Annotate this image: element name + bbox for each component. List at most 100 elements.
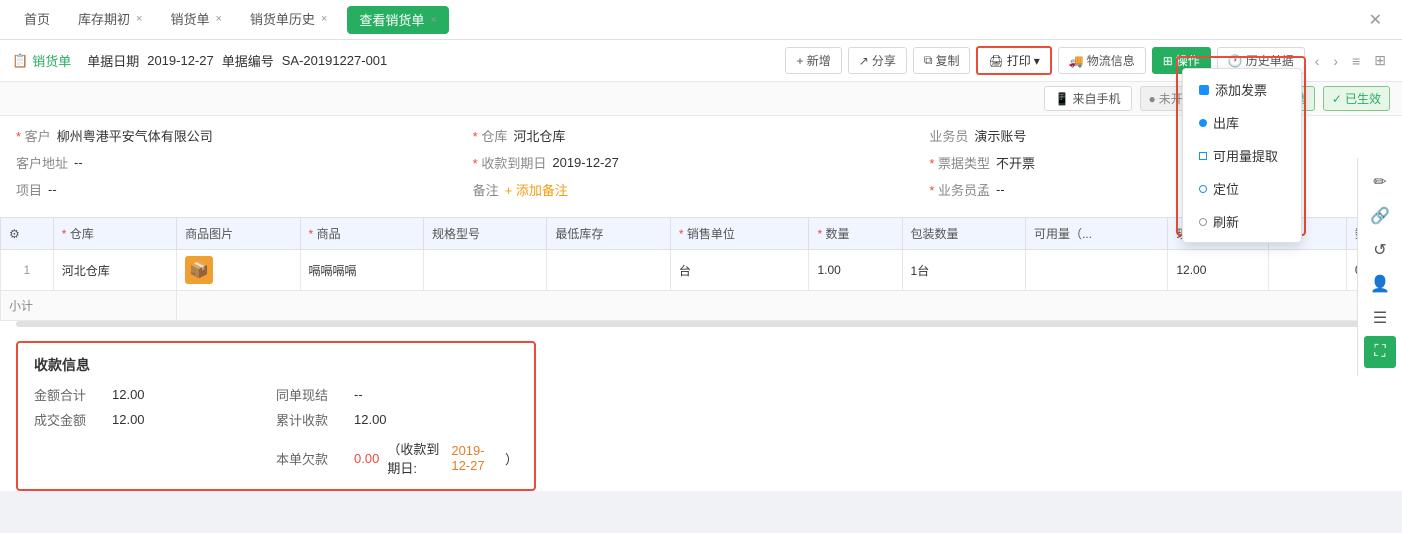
col-min-stock: 最低库存 — [547, 218, 670, 250]
sidebar-link-icon[interactable]: 🔗 — [1364, 200, 1396, 232]
same-order-row: 同单现结 -- — [276, 385, 518, 404]
tab-view-sales-close[interactable]: × — [430, 14, 436, 26]
effective-icon: ✓ — [1332, 92, 1342, 106]
add-note-button[interactable]: + 添加备注 — [505, 180, 568, 199]
sales-staff-field: 业务员孟 -- — [929, 180, 1386, 199]
payment-date-label: 收款到期日 — [473, 153, 547, 172]
add-invoice-item[interactable]: 添加发票 — [1183, 73, 1301, 106]
same-order-label: 同单现结 — [276, 385, 346, 404]
transaction-label: 成交金额 — [34, 410, 104, 429]
tab-sales-order-close[interactable]: × — [215, 13, 221, 25]
refresh-label: 刷新 — [1213, 212, 1239, 231]
product-image: 📦 — [185, 256, 213, 284]
tab-sales-order[interactable]: 销货单 × — [156, 0, 235, 40]
same-order-value: -- — [354, 387, 363, 402]
window-close-button[interactable]: ✕ — [1359, 10, 1392, 30]
locate-icon — [1199, 185, 1207, 193]
from-phone-button[interactable]: 📱 来自手机 — [1044, 86, 1132, 111]
col-unit: 销售单位 — [670, 218, 809, 250]
history-label: 历史单据 — [1246, 52, 1294, 69]
circle-icon: ● — [1149, 92, 1156, 106]
add-invoice-icon — [1199, 85, 1209, 95]
address-field: 客户地址 -- — [16, 153, 473, 172]
share-button[interactable]: ↗ 分享 — [848, 47, 907, 74]
logistics-button[interactable]: 🚚 物流信息 — [1058, 47, 1146, 74]
col-settings[interactable]: ⚙ — [1, 218, 54, 250]
doc-type: 📋 销货单 — [12, 51, 71, 70]
sidebar-expand-icon[interactable]: ⛶ — [1364, 336, 1396, 368]
cumulative-value: 12.00 — [354, 412, 387, 427]
subtotal-label: 小计 — [1, 291, 177, 321]
date-label: 单据日期 — [87, 51, 139, 70]
tab-inventory-label: 库存期初 — [78, 9, 130, 28]
print-button[interactable]: 🖨 打印 ▾ — [976, 46, 1051, 75]
col-pack-qty: 包装数量 — [902, 218, 1025, 250]
phone-icon: 📱 — [1055, 92, 1070, 106]
tab-sales-history[interactable]: 销货单历史 × — [236, 0, 341, 40]
tab-bar: 首页 库存期初 × 销货单 × 销货单历史 × 查看销货单 × ✕ — [0, 0, 1402, 40]
transaction-value: 12.00 — [112, 412, 145, 427]
tab-inventory-init[interactable]: 库存期初 × — [64, 0, 156, 40]
address-label: 客户地址 — [16, 153, 68, 172]
doc-info: 单据日期 2019-12-27 单据编号 SA-20191227-001 — [87, 51, 387, 70]
refresh-item[interactable]: 刷新 — [1183, 205, 1301, 238]
col-product: 商品 — [300, 218, 423, 250]
col-spec: 规格型号 — [423, 218, 546, 250]
arrears-value: 0.00 — [354, 451, 379, 466]
form-row-3: 项目 -- 备注 + 添加备注 业务员孟 -- — [16, 180, 1386, 199]
sidebar-user-icon[interactable]: 👤 — [1364, 268, 1396, 300]
arrears-label: 本单欠款 — [276, 449, 346, 468]
sidebar-list-icon[interactable]: ☰ — [1364, 302, 1396, 334]
nav-next[interactable]: › — [1329, 51, 1342, 71]
sidebar-refresh-icon[interactable]: ↺ — [1364, 234, 1396, 266]
nav-prev[interactable]: ‹ — [1311, 51, 1324, 71]
available-qty-item[interactable]: 可用量提取 — [1183, 139, 1301, 172]
address-value: -- — [74, 155, 83, 170]
view-grid[interactable]: ⊞ — [1370, 50, 1390, 71]
project-value: -- — [48, 182, 57, 197]
table-row: 1 河北仓库 📦 嗝嗝嗝嗝 台 1.00 1台 12.00 0. — [1, 250, 1402, 291]
arrears-date: 2019-12-27 — [451, 443, 497, 473]
row-current-stock: 12.00 — [1168, 250, 1269, 291]
sidebar-edit-icon[interactable]: ✏ — [1364, 166, 1396, 198]
total-amount-row: 金额合计 12.00 — [34, 385, 276, 404]
tab-view-sales-label: 查看销货单 — [359, 10, 424, 29]
view-list[interactable]: ≡ — [1348, 51, 1364, 71]
warehouse-value: 河北仓库 — [513, 126, 565, 145]
row-warehouse: 河北仓库 — [53, 250, 176, 291]
tab-sales-history-close[interactable]: × — [321, 13, 327, 25]
effective-label: 已生效 — [1345, 90, 1381, 107]
project-label: 项目 — [16, 180, 42, 199]
share-icon: ↗ — [859, 54, 869, 68]
payment-date-value: 2019-12-27 — [552, 155, 619, 170]
doc-type-icon: 📋 — [12, 53, 28, 69]
scroll-hint[interactable] — [16, 321, 1386, 327]
bill-type-field: 票据类型 不开票 — [929, 153, 1386, 172]
arrears-end: ） — [505, 449, 518, 468]
effective-badge: ✓ 已生效 — [1323, 86, 1390, 111]
row-pack-qty: 1台 — [902, 250, 1025, 291]
out-warehouse-item[interactable]: 出库 — [1183, 106, 1301, 139]
tab-sales-order-label: 销货单 — [170, 9, 209, 28]
form-row-1: 客户 柳州粤港平安气体有限公司 仓库 河北仓库 业务员 演示账号 — [16, 126, 1386, 145]
locate-item[interactable]: 定位 — [1183, 172, 1301, 205]
cumulative-row: 累计收款 12.00 — [276, 410, 518, 429]
row-spec — [423, 250, 546, 291]
form-row-2: 客户地址 -- 收款到期日 2019-12-27 票据类型 不开票 — [16, 153, 1386, 172]
tab-view-sales[interactable]: 查看销货单 × — [347, 6, 448, 34]
total-amount-label: 金额合计 — [34, 385, 104, 404]
tab-home[interactable]: 首页 — [10, 0, 64, 40]
copy-button[interactable]: ⧉ 复制 — [913, 47, 971, 74]
refresh-icon — [1199, 218, 1207, 226]
staff-field: 业务员 演示账号 — [929, 126, 1386, 145]
row-product-img: 📦 — [177, 250, 300, 291]
project-field: 项目 -- — [16, 180, 473, 199]
row-num: 1 — [1, 250, 54, 291]
payment-title: 收款信息 — [34, 355, 518, 375]
tab-inventory-close[interactable]: × — [136, 13, 142, 25]
out-warehouse-icon — [1199, 119, 1207, 127]
doc-type-label: 销货单 — [32, 51, 71, 70]
subtotal-data — [177, 291, 1402, 321]
new-button[interactable]: + 新增 — [785, 47, 841, 74]
share-label: 分享 — [872, 52, 896, 69]
